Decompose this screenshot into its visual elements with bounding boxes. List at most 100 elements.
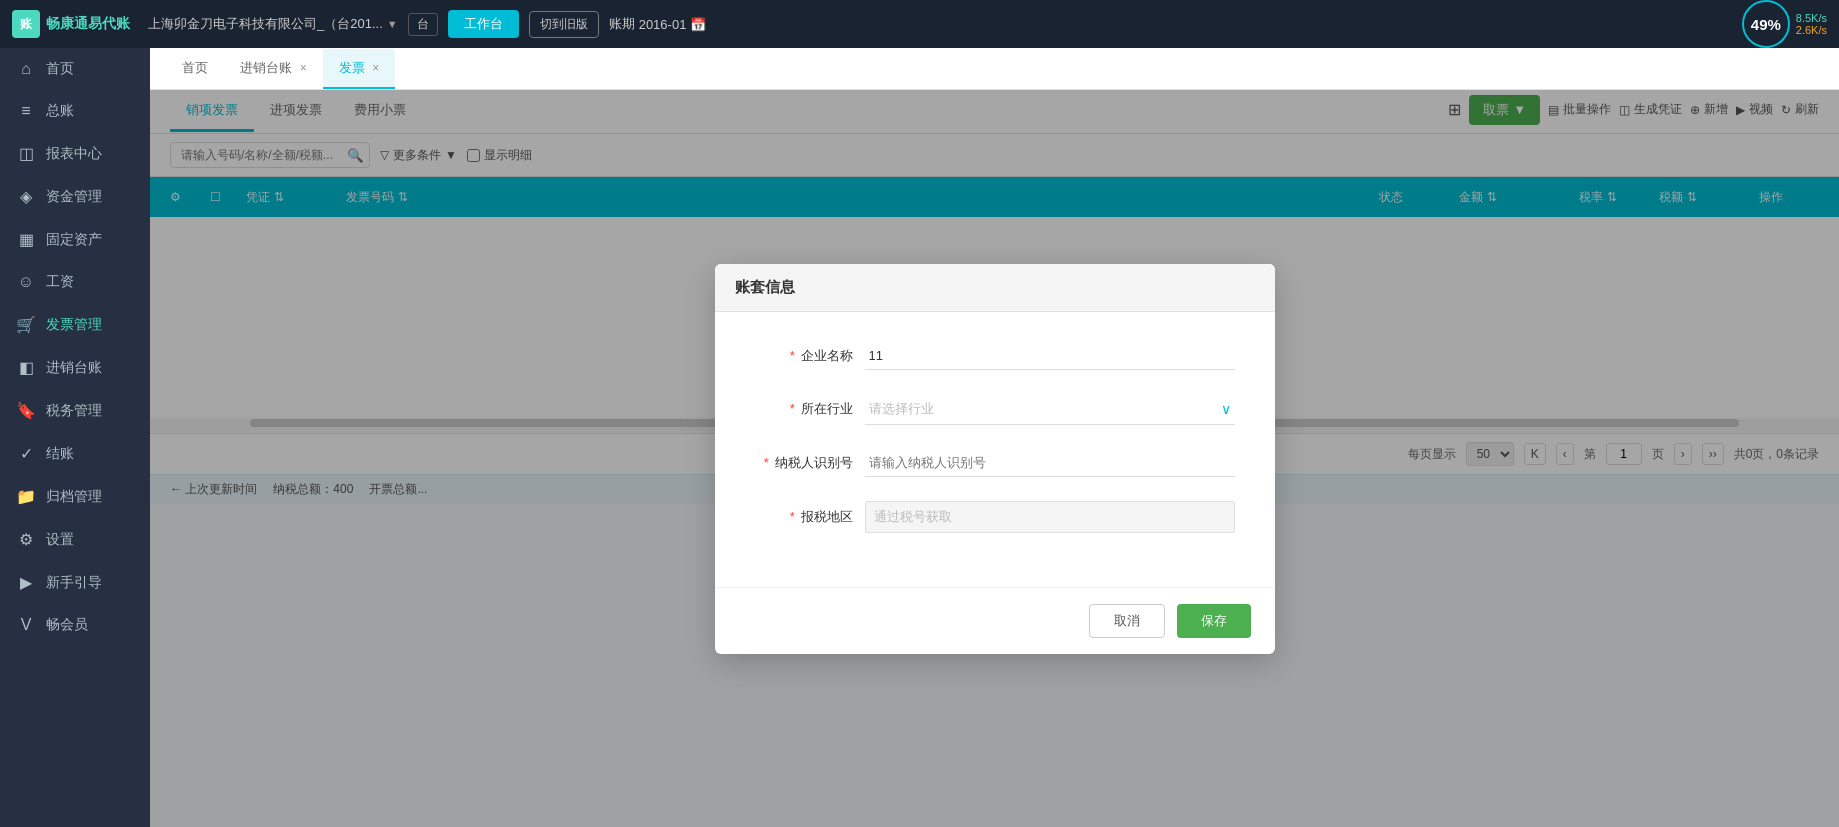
period-value: 2016-01 <box>639 17 687 32</box>
sidebar-label-settings: 设置 <box>46 531 74 549</box>
report-icon: ◫ <box>16 144 36 163</box>
industry-label-text: 所在行业 <box>801 401 853 416</box>
tax-id-label-text: 纳税人识别号 <box>775 455 853 470</box>
tab-purchase[interactable]: 进销台账 × <box>224 49 323 89</box>
calendar-icon[interactable]: 📅 <box>690 17 706 32</box>
form-row-tax-id: * 纳税人识别号 <box>755 449 1235 477</box>
tax-region-label: * 报税地区 <box>755 508 865 526</box>
industry-select[interactable]: 请选择行业 ∨ <box>865 394 1235 425</box>
salary-icon: ☺ <box>16 273 36 291</box>
tab-home-label: 首页 <box>182 60 208 75</box>
dialog-title: 账套信息 <box>735 278 795 295</box>
settings-icon: ⚙ <box>16 530 36 549</box>
period-display: 账期 2016-01 📅 <box>609 15 707 33</box>
sidebar-item-invoice[interactable]: 🛒 发票管理 <box>0 303 150 346</box>
sidebar-item-report[interactable]: ◫ 报表中心 <box>0 132 150 175</box>
required-star-2: * <box>790 401 795 416</box>
form-row-industry: * 所在行业 请选择行业 ∨ <box>755 394 1235 425</box>
sidebar-label-close: 结账 <box>46 445 74 463</box>
workbench-button[interactable]: 工作台 <box>448 10 519 38</box>
guide-icon: ▶ <box>16 573 36 592</box>
home-icon: ⌂ <box>16 60 36 78</box>
tab-invoice-label: 发票 <box>339 60 365 75</box>
speed-info: 8.5K/s 2.6K/s <box>1796 12 1827 36</box>
required-star: * <box>790 348 795 363</box>
tab-purchase-close-icon[interactable]: × <box>300 61 307 75</box>
sidebar-item-guide[interactable]: ▶ 新手引导 <box>0 561 150 604</box>
tab-purchase-label: 进销台账 <box>240 60 292 75</box>
finance-icon: ◈ <box>16 187 36 206</box>
industry-label: * 所在行业 <box>755 400 865 418</box>
speed-percent: 49% <box>1751 16 1781 33</box>
sidebar: ⌂ 首页 ≡ 总账 ◫ 报表中心 ◈ 资金管理 ▦ 固定资产 ☺ 工资 🛒 发票… <box>0 48 150 827</box>
sidebar-item-tax[interactable]: 🔖 税务管理 <box>0 389 150 432</box>
form-row-tax-region: * 报税地区 通过税号获取 <box>755 501 1235 533</box>
sidebar-item-assets[interactable]: ▦ 固定资产 <box>0 218 150 261</box>
sidebar-label-purchase: 进销台账 <box>46 359 102 377</box>
sidebar-item-home[interactable]: ⌂ 首页 <box>0 48 150 90</box>
assets-icon: ▦ <box>16 230 36 249</box>
sidebar-item-settings[interactable]: ⚙ 设置 <box>0 518 150 561</box>
sidebar-label-tax: 税务管理 <box>46 402 102 420</box>
company-name-input[interactable] <box>865 342 1235 370</box>
sidebar-item-ledger[interactable]: ≡ 总账 <box>0 90 150 132</box>
save-button[interactable]: 保存 <box>1177 604 1251 638</box>
sidebar-label-invoice: 发票管理 <box>46 316 102 334</box>
purchase-icon: ◧ <box>16 358 36 377</box>
close-ledger-icon: ✓ <box>16 444 36 463</box>
sidebar-item-purchase[interactable]: ◧ 进销台账 <box>0 346 150 389</box>
company-name-label-text: 企业名称 <box>801 348 853 363</box>
download-speed: 2.6K/s <box>1796 24 1827 36</box>
archive-icon: 📁 <box>16 487 36 506</box>
tax-region-field: 通过税号获取 <box>865 501 1235 533</box>
tax-id-label: * 纳税人识别号 <box>755 454 865 472</box>
sidebar-label-archive: 归档管理 <box>46 488 102 506</box>
sidebar-label-guide: 新手引导 <box>46 574 102 592</box>
ledger-icon: ≡ <box>16 102 36 120</box>
copy-button[interactable]: 台 <box>408 13 438 36</box>
industry-dropdown-icon: ∨ <box>1221 401 1231 417</box>
main-layout: ⌂ 首页 ≡ 总账 ◫ 报表中心 ◈ 资金管理 ▦ 固定资产 ☺ 工资 🛒 发票… <box>0 48 1839 827</box>
company-name: 上海卯金刀电子科技有限公司_（台201... <box>148 15 383 33</box>
invoice-icon: 🛒 <box>16 315 36 334</box>
tax-region-placeholder: 通过税号获取 <box>874 509 952 524</box>
sidebar-item-archive[interactable]: 📁 归档管理 <box>0 475 150 518</box>
sidebar-item-salary[interactable]: ☺ 工资 <box>0 261 150 303</box>
company-selector[interactable]: 上海卯金刀电子科技有限公司_（台201... ▼ <box>148 15 398 33</box>
vip-icon: V <box>16 616 36 634</box>
sidebar-label-assets: 固定资产 <box>46 231 102 249</box>
switch-old-button[interactable]: 切到旧版 <box>529 11 599 38</box>
sidebar-label-vip: 畅会员 <box>46 616 88 634</box>
tab-invoice[interactable]: 发票 × <box>323 49 396 89</box>
dialog-header: 账套信息 <box>715 264 1275 312</box>
main-content: 首页 进销台账 × 发票 × 销项发票 进项发票 <box>150 48 1839 827</box>
company-arrow-icon: ▼ <box>387 18 398 30</box>
dialog-overlay: 账套信息 * 企业名称 <box>150 90 1839 827</box>
tax-region-label-text: 报税地区 <box>801 509 853 524</box>
account-info-dialog: 账套信息 * 企业名称 <box>715 264 1275 654</box>
dialog-body: * 企业名称 * 所在行业 请选择行业 <box>715 312 1275 587</box>
sidebar-label-finance: 资金管理 <box>46 188 102 206</box>
sidebar-label-ledger: 总账 <box>46 102 74 120</box>
tab-home[interactable]: 首页 <box>166 49 224 89</box>
tabbar: 首页 进销台账 × 发票 × <box>150 48 1839 90</box>
required-star-4: * <box>790 509 795 524</box>
sidebar-label-report: 报表中心 <box>46 145 102 163</box>
required-star-3: * <box>764 455 769 470</box>
topbar: 账 畅康通易代账 上海卯金刀电子科技有限公司_（台201... ▼ 台 工作台 … <box>0 0 1839 48</box>
logo: 账 畅康通易代账 <box>12 10 130 38</box>
industry-placeholder: 请选择行业 <box>869 400 934 418</box>
sidebar-item-vip[interactable]: V 畅会员 <box>0 604 150 646</box>
cancel-button[interactable]: 取消 <box>1089 604 1165 638</box>
sidebar-item-finance[interactable]: ◈ 资金管理 <box>0 175 150 218</box>
upload-speed: 8.5K/s <box>1796 12 1827 24</box>
form-row-company: * 企业名称 <box>755 342 1235 370</box>
speed-badge: 49% <box>1742 0 1790 48</box>
sidebar-item-close[interactable]: ✓ 结账 <box>0 432 150 475</box>
logo-text: 畅康通易代账 <box>46 15 130 33</box>
dialog-footer: 取消 保存 <box>715 587 1275 654</box>
tab-invoice-close-icon[interactable]: × <box>372 61 379 75</box>
content-area: 销项发票 进项发票 费用小票 ⊞ 取票 ▼ <box>150 90 1839 827</box>
tax-id-input[interactable] <box>865 449 1235 477</box>
company-name-label: * 企业名称 <box>755 347 865 365</box>
